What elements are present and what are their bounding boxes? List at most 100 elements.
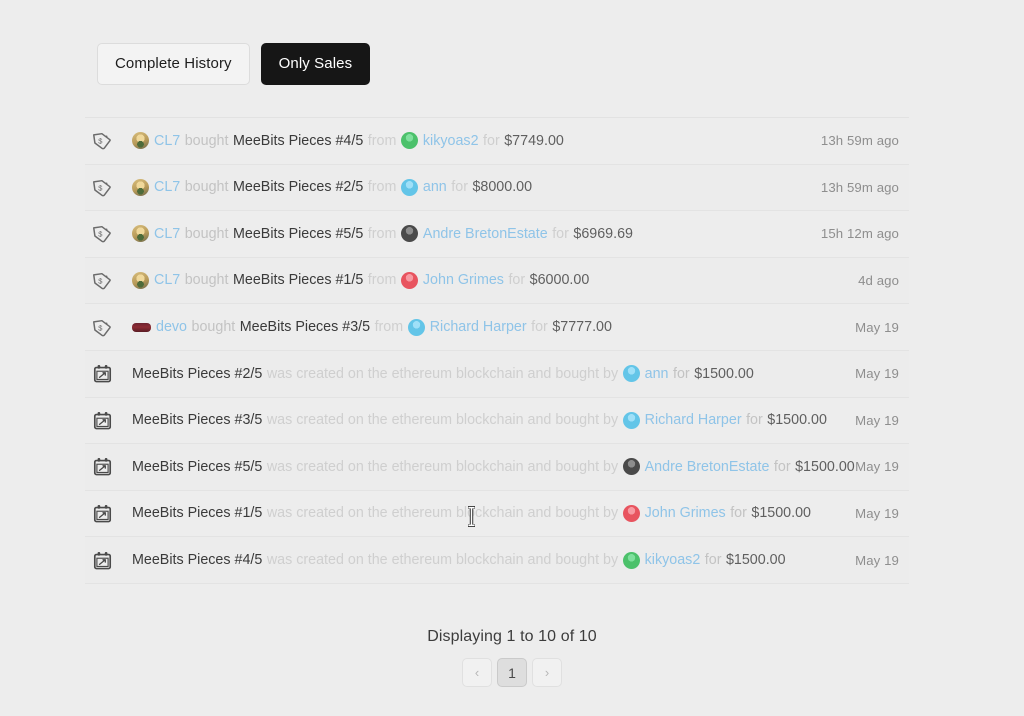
- svg-text:$: $: [98, 137, 103, 146]
- creation-description: was created on the ethereum blockchain a…: [266, 365, 619, 382]
- buyer-name[interactable]: CL7: [154, 227, 180, 242]
- activity-page: Complete History Only Sales $ CL7 bought Me…: [0, 0, 1024, 716]
- calendar-created-icon: [92, 503, 122, 524]
- buyer-avatar: [132, 178, 149, 196]
- buyer-name[interactable]: CL7: [154, 180, 180, 195]
- seller-avatar: [400, 132, 418, 150]
- activity-timestamp: May 19: [855, 319, 899, 335]
- buyer-name[interactable]: CL7: [154, 273, 180, 288]
- action-verb: bought: [184, 179, 229, 196]
- price-amount: $1500.00: [767, 412, 827, 429]
- action-verb: bought: [184, 132, 229, 149]
- price-amount: $1500.00: [694, 365, 754, 382]
- price-tag-icon: $: [92, 317, 122, 338]
- item-name: MeeBits Pieces #3/5: [239, 319, 371, 336]
- activity-row[interactable]: $ CL7 bought MeeBits Pieces #2/5 from ann for $…: [85, 164, 909, 212]
- item-name: MeeBits Pieces #4/5: [132, 551, 263, 568]
- price-amount: $6969.69: [573, 225, 634, 242]
- price-amount: $1500.00: [795, 458, 855, 475]
- activity-row[interactable]: $ devo bought MeeBits Pieces #3/5 from Richar…: [85, 304, 909, 351]
- item-name: MeeBits Pieces #2/5: [232, 179, 364, 196]
- filter-complete-history-button[interactable]: Complete History: [97, 43, 250, 85]
- seller-avatar: [400, 225, 418, 243]
- activity-row-text: CL7 bought MeeBits Pieces #1/5 from John Gri…: [132, 272, 858, 290]
- filter-bar: Complete History Only Sales: [97, 43, 371, 85]
- price-tag-icon: $: [92, 223, 122, 244]
- buyer-name[interactable]: kikyoas2: [645, 553, 701, 568]
- buyer-name[interactable]: ann: [645, 366, 669, 381]
- activity-row[interactable]: $ CL7 bought MeeBits Pieces #5/5 from Andre B…: [85, 211, 909, 258]
- seller-name[interactable]: kikyoas2: [423, 133, 479, 148]
- activity-row[interactable]: MeeBits Pieces #5/5 was created on the et…: [85, 444, 909, 491]
- activity-row[interactable]: MeeBits Pieces #2/5 was created on the et…: [85, 350, 909, 398]
- price-amount: $7777.00: [552, 319, 612, 336]
- activity-timestamp: May 19: [855, 366, 899, 382]
- seller-name[interactable]: Andre BretonEstate: [423, 227, 548, 242]
- calendar-created-icon: [92, 550, 122, 571]
- action-verb: bought: [184, 272, 229, 289]
- price-amount: $8000.00: [472, 179, 533, 196]
- buyer-avatar: [622, 551, 640, 569]
- from-label: from: [367, 272, 397, 289]
- seller-avatar: [400, 272, 418, 290]
- svg-text:$: $: [98, 323, 103, 332]
- buyer-name[interactable]: Richard Harper: [645, 413, 742, 428]
- buyer-avatar: [622, 365, 640, 383]
- pagination-controls: ‹ 1 ›: [462, 658, 562, 687]
- activity-row[interactable]: $ CL7 bought MeeBits Pieces #4/5 from kikyoas…: [85, 118, 909, 165]
- price-amount: $7749.00: [504, 132, 564, 149]
- buyer-name[interactable]: John Grimes: [645, 506, 726, 521]
- filter-only-sales-button[interactable]: Only Sales: [260, 43, 371, 85]
- buyer-name[interactable]: devo: [156, 320, 187, 335]
- activity-timestamp: May 19: [855, 552, 899, 568]
- pagination-page-1-button[interactable]: 1: [497, 658, 527, 687]
- activity-row-text: MeeBits Pieces #5/5 was created on the et…: [132, 458, 855, 476]
- item-name: MeeBits Pieces #2/5: [132, 365, 263, 382]
- seller-avatar: [400, 178, 418, 196]
- activity-row[interactable]: MeeBits Pieces #1/5 was created on the et…: [85, 491, 909, 538]
- for-label: for: [552, 225, 569, 242]
- buyer-avatar: [132, 272, 149, 290]
- activity-row-text: MeeBits Pieces #4/5 was created on the et…: [132, 551, 855, 569]
- for-label: for: [483, 132, 500, 149]
- seller-name[interactable]: Richard Harper: [430, 320, 527, 335]
- activity-row-text: MeeBits Pieces #2/5 was created on the et…: [132, 365, 855, 383]
- activity-row[interactable]: $ CL7 bought MeeBits Pieces #1/5 from John Gr…: [85, 257, 909, 305]
- result-count-label: Displaying 1 to 10 of 10: [427, 628, 597, 645]
- action-verb: bought: [184, 225, 229, 242]
- price-tag-icon: $: [92, 177, 122, 198]
- pagination-next-button[interactable]: ›: [532, 658, 562, 687]
- activity-row-text: CL7 bought MeeBits Pieces #5/5 from Andre Br…: [132, 225, 821, 243]
- activity-row[interactable]: MeeBits Pieces #3/5 was created on the et…: [85, 398, 909, 445]
- price-amount: $1500.00: [751, 505, 812, 522]
- creation-description: was created on the ethereum blockchain a…: [266, 412, 619, 429]
- activity-timestamp: May 19: [855, 412, 899, 428]
- activity-row[interactable]: MeeBits Pieces #4/5 was created on the et…: [85, 537, 909, 584]
- for-label: for: [730, 505, 747, 522]
- seller-name[interactable]: John Grimes: [423, 273, 504, 288]
- buyer-avatar: [132, 322, 151, 332]
- price-amount: $6000.00: [529, 272, 590, 289]
- buyer-name[interactable]: CL7: [154, 133, 180, 148]
- for-label: for: [451, 179, 468, 196]
- for-label: for: [704, 551, 722, 568]
- calendar-created-icon: [92, 456, 122, 477]
- svg-text:$: $: [98, 183, 103, 192]
- pagination-footer: Displaying 1 to 10 of 10 ‹ 1 ›: [0, 628, 1024, 687]
- price-tag-icon: $: [92, 270, 122, 291]
- activity-row-text: devo bought MeeBits Pieces #3/5 from Richard…: [132, 318, 855, 336]
- activity-timestamp: 13h 59m ago: [820, 179, 899, 195]
- seller-name[interactable]: ann: [423, 180, 447, 195]
- activity-timestamp: 13h 59m ago: [820, 133, 899, 149]
- buyer-avatar: [132, 225, 149, 243]
- pagination-prev-button[interactable]: ‹: [462, 658, 492, 687]
- item-name: MeeBits Pieces #1/5: [132, 505, 263, 522]
- item-name: MeeBits Pieces #3/5: [132, 412, 263, 429]
- from-label: from: [374, 319, 404, 336]
- activity-row-text: MeeBits Pieces #3/5 was created on the et…: [132, 411, 855, 429]
- activity-row-text: CL7 bought MeeBits Pieces #2/5 from ann for $8…: [132, 178, 821, 196]
- activity-list: $ CL7 bought MeeBits Pieces #4/5 from kikyoas…: [85, 117, 909, 584]
- buyer-avatar: [132, 132, 149, 150]
- buyer-name[interactable]: Andre BretonEstate: [645, 459, 770, 474]
- activity-row-text: CL7 bought MeeBits Pieces #4/5 from kikyoas2…: [132, 132, 821, 150]
